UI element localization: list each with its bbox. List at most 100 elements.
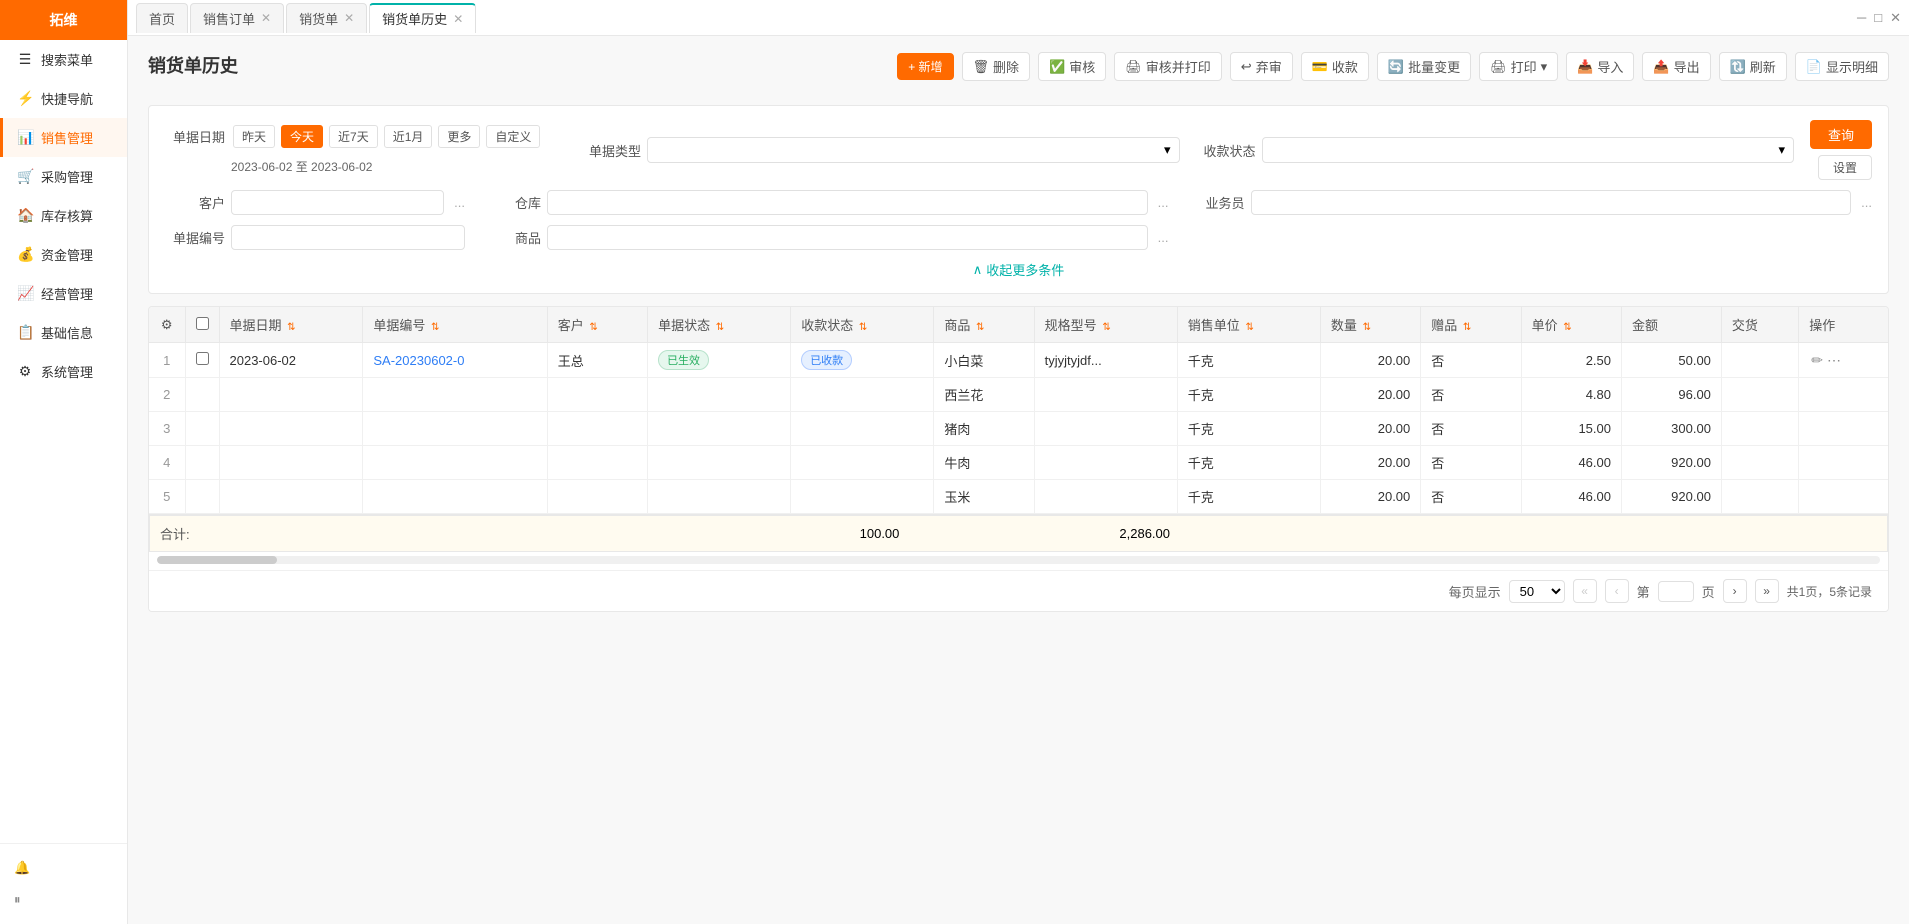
salesperson-input[interactable] [1251, 190, 1852, 215]
review-icon: ✅ [1049, 59, 1065, 75]
th-unit[interactable]: 销售单位 ⇅ [1177, 307, 1320, 343]
next-page-button[interactable]: › [1723, 579, 1747, 603]
warehouse-dots[interactable]: ... [1158, 195, 1169, 210]
more-action-icon[interactable]: ⋯ [1827, 352, 1841, 368]
cell-checkbox[interactable] [185, 480, 219, 514]
sidebar-item-search-menu[interactable]: ☰ 搜索菜单 [0, 40, 127, 79]
th-customer[interactable]: 客户 ⇅ [547, 307, 647, 343]
cell-checkbox[interactable] [185, 378, 219, 412]
tab-sales-order-close[interactable]: ✕ [261, 11, 271, 25]
payment-status-select[interactable]: ▾ [1262, 137, 1795, 163]
th-price[interactable]: 单价 ⇅ [1521, 307, 1621, 343]
print-button[interactable]: 🖨 打印 ▾ [1479, 52, 1558, 81]
th-settings[interactable]: ⚙ [149, 307, 185, 343]
row-checkbox[interactable] [196, 352, 209, 365]
sidebar-item-system[interactable]: ⚙ 系统管理 [0, 352, 127, 391]
collect-button[interactable]: 💳 收款 [1301, 52, 1369, 81]
cell-spec [1034, 480, 1177, 514]
th-qty[interactable]: 数量 ⇅ [1320, 307, 1420, 343]
page-input[interactable]: 1 [1658, 581, 1694, 602]
maximize-button[interactable]: □ [1874, 10, 1882, 25]
review-print-button[interactable]: 🖨 审核并打印 [1114, 52, 1222, 81]
date-btn-custom[interactable]: 自定义 [486, 125, 540, 148]
cell-goods: 玉米 [934, 480, 1034, 514]
date-btn-today[interactable]: 今天 [281, 125, 323, 148]
cell-checkbox[interactable] [185, 343, 219, 378]
show-details-button[interactable]: 📄 显示明细 [1795, 52, 1889, 81]
cell-gift: 否 [1421, 446, 1521, 480]
date-btn-7days[interactable]: 近7天 [329, 125, 378, 148]
th-doc-no[interactable]: 单据编号 ⇅ [363, 307, 547, 343]
cell-customer [547, 412, 647, 446]
date-btn-yesterday[interactable]: 昨天 [233, 125, 275, 148]
set-button[interactable]: 设置 [1818, 155, 1872, 180]
sidebar-item-sales-mgmt[interactable]: 📊 销售管理 [0, 118, 127, 157]
import-button[interactable]: 📥 导入 [1566, 52, 1634, 81]
first-page-button[interactable]: « [1573, 579, 1597, 603]
goods-dots[interactable]: ... [1158, 230, 1169, 245]
export-button[interactable]: 📤 导出 [1642, 52, 1710, 81]
new-button[interactable]: + 新增 [897, 53, 953, 80]
tabs-bar: 首页 销售订单 ✕ 销货单 ✕ 销货单历史 ✕ ─ □ ✕ [128, 0, 1909, 36]
sidebar-notification[interactable]: 🔔 [0, 852, 127, 884]
doc-no-link[interactable]: SA-20230602-0 [373, 353, 464, 368]
doc-no-input[interactable] [231, 225, 465, 250]
batch-change-button[interactable]: 🔄 批量变更 [1377, 52, 1471, 81]
payment-status-badge: 已收款 [801, 350, 852, 370]
prev-page-button[interactable]: ‹ [1605, 579, 1629, 603]
sort-doc-no-icon: ⇅ [431, 322, 439, 333]
refresh-button[interactable]: 🔃 刷新 [1719, 52, 1787, 81]
minimize-button[interactable]: ─ [1857, 10, 1866, 25]
print-dropdown-icon: ▾ [1541, 59, 1548, 75]
abandon-button[interactable]: ↩ 弃审 [1230, 52, 1293, 81]
delete-button[interactable]: 🗑 删除 [962, 52, 1031, 81]
main-area: 首页 销售订单 ✕ 销货单 ✕ 销货单历史 ✕ ─ □ ✕ 销货单历史 + 新增 [128, 0, 1909, 924]
cell-checkbox[interactable] [185, 412, 219, 446]
th-amount[interactable]: 金额 [1622, 307, 1722, 343]
sidebar-pause[interactable]: ⏸ [0, 884, 127, 916]
tab-sales-goods[interactable]: 销货单 ✕ [286, 3, 367, 33]
th-payment-status[interactable]: 收款状态 ⇅ [791, 307, 934, 343]
close-button[interactable]: ✕ [1890, 10, 1901, 26]
sidebar-item-finance[interactable]: 💰 资金管理 [0, 235, 127, 274]
date-btn-more[interactable]: 更多 [438, 125, 480, 148]
th-spec[interactable]: 规格型号 ⇅ [1034, 307, 1177, 343]
per-page-select[interactable]: 50 100 200 [1509, 580, 1565, 603]
cell-checkbox[interactable] [185, 446, 219, 480]
salesperson-dots[interactable]: ... [1861, 195, 1872, 210]
customer-input[interactable] [231, 190, 444, 215]
th-doc-date[interactable]: 单据日期 ⇅ [219, 307, 363, 343]
doc-type-select[interactable]: ▾ [647, 137, 1180, 163]
tab-home[interactable]: 首页 [136, 3, 188, 33]
last-page-button[interactable]: » [1755, 579, 1779, 603]
tab-sales-history-close[interactable]: ✕ [453, 12, 463, 26]
warehouse-input[interactable] [547, 190, 1148, 215]
filter-warehouse: 仓库 ... [481, 190, 1169, 215]
query-button[interactable]: 查询 [1810, 120, 1872, 149]
cell-goods: 牛肉 [934, 446, 1034, 480]
tab-sales-history[interactable]: 销货单历史 ✕ [369, 3, 476, 33]
th-gift[interactable]: 赠品 ⇅ [1421, 307, 1521, 343]
table-horizontal-scrollbar[interactable] [157, 556, 1880, 564]
collapse-button[interactable]: ∧ 收起更多条件 [165, 260, 1872, 279]
sidebar-item-basic-info[interactable]: 📋 基础信息 [0, 313, 127, 352]
sort-customer-icon: ⇅ [589, 322, 597, 333]
tab-sales-order[interactable]: 销售订单 ✕ [190, 3, 284, 33]
sidebar-item-operations[interactable]: 📈 经营管理 [0, 274, 127, 313]
review-button[interactable]: ✅ 审核 [1038, 52, 1106, 81]
table-row: 4 牛肉 千克 20.00 否 46.00 920.00 [149, 446, 1888, 480]
goods-input[interactable] [547, 225, 1148, 250]
refresh-icon: 🔃 [1730, 59, 1746, 75]
tab-sales-goods-close[interactable]: ✕ [344, 11, 354, 25]
th-doc-status[interactable]: 单据状态 ⇅ [648, 307, 791, 343]
sidebar-item-inventory[interactable]: 🏠 库存核算 [0, 196, 127, 235]
sidebar-item-quick-nav[interactable]: ⚡ 快捷导航 [0, 79, 127, 118]
select-all-checkbox[interactable] [196, 317, 209, 330]
th-checkbox[interactable] [185, 307, 219, 343]
customer-dots[interactable]: ... [454, 195, 465, 210]
th-goods[interactable]: 商品 ⇅ [934, 307, 1034, 343]
edit-action-icon[interactable]: ✏ [1811, 352, 1823, 368]
sidebar-item-purchase-mgmt[interactable]: 🛒 采购管理 [0, 157, 127, 196]
date-btn-1month[interactable]: 近1月 [384, 125, 433, 148]
th-delivery[interactable]: 交货 [1721, 307, 1798, 343]
